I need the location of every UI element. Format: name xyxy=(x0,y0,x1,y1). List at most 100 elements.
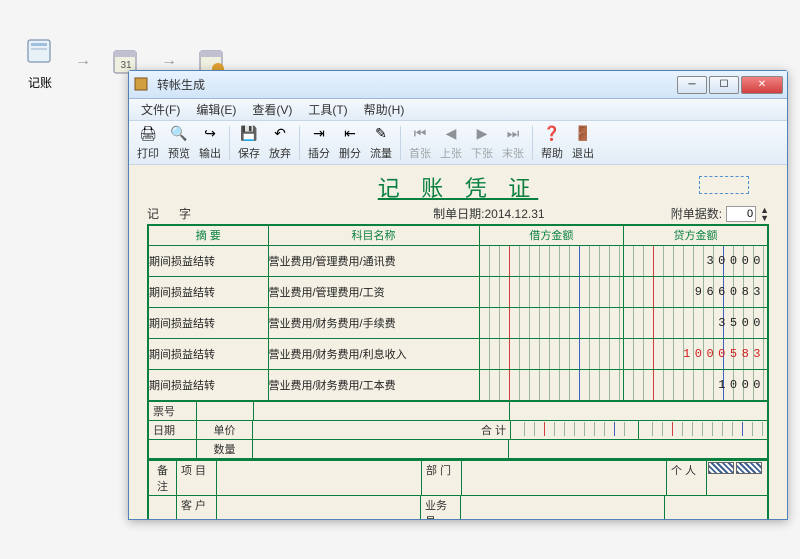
separator xyxy=(229,126,230,160)
document-area: 记 账 凭 证 记 字 制单日期:2014.12.31 附单据数: ▲▼ xyxy=(129,165,787,519)
account-cell[interactable]: 营业费用/财务费用/工本费 xyxy=(268,369,479,401)
save-button[interactable]: 💾 保存 xyxy=(234,123,264,163)
flow-button[interactable]: ✎ 流量 xyxy=(366,123,396,163)
col-account: 科目名称 xyxy=(268,225,479,245)
account-cell[interactable]: 营业费用/管理费用/工资 xyxy=(268,276,479,307)
menu-help[interactable]: 帮助(H) xyxy=(356,99,413,120)
flow-icon: ✎ xyxy=(372,125,390,143)
first-button: ⏮ 首张 xyxy=(405,123,435,163)
voucher-window: 转帐生成 ─ ☐ ✕ 文件(F) 编辑(E) 查看(V) 工具(T) 帮助(H)… xyxy=(128,70,788,520)
spinner-icon[interactable]: ▲▼ xyxy=(760,206,769,222)
exit-button[interactable]: 🚪 退出 xyxy=(568,123,598,163)
credit-cell[interactable]: 1000 xyxy=(624,369,768,401)
debit-cell[interactable] xyxy=(479,245,623,276)
attach-input[interactable] xyxy=(726,206,756,222)
credit-cell[interactable]: 30000 xyxy=(624,245,768,276)
help-button[interactable]: ❓ 帮助 xyxy=(537,123,567,163)
toolbar: 🖨 打印 🔍 预览 ↪ 输出 💾 保存 ↶ 放弃 ⇥ 插分 ⇤ 删分 xyxy=(129,121,787,165)
menu-edit[interactable]: 编辑(E) xyxy=(188,99,244,120)
close-button[interactable]: ✕ xyxy=(741,76,783,94)
hatch-icon[interactable] xyxy=(736,462,762,474)
table-row[interactable]: 期间损益结转营业费用/管理费用/工资 966083 xyxy=(148,276,768,307)
cancel-button[interactable]: ↶ 放弃 xyxy=(265,123,295,163)
flow-icon-book[interactable]: 记账 xyxy=(20,30,60,91)
menu-file[interactable]: 文件(F) xyxy=(133,99,188,120)
debit-cell[interactable] xyxy=(479,307,623,338)
customer-label: 客 户 xyxy=(177,496,217,520)
last-icon: ⏭ xyxy=(504,125,522,143)
window-title: 转帐生成 xyxy=(157,76,677,93)
next-icon: ▶ xyxy=(473,125,491,143)
print-button[interactable]: 🖨 打印 xyxy=(133,123,163,163)
delete-button[interactable]: ⇤ 删分 xyxy=(335,123,365,163)
credit-cell[interactable]: 966083 xyxy=(624,276,768,307)
delete-icon: ⇤ xyxy=(341,125,359,143)
exit-icon: 🚪 xyxy=(574,125,592,143)
titlebar[interactable]: 转帐生成 ─ ☐ ✕ xyxy=(129,71,787,99)
menu-tools[interactable]: 工具(T) xyxy=(300,99,355,120)
first-icon: ⏮ xyxy=(411,125,429,143)
book-icon xyxy=(20,30,60,70)
undo-icon: ↶ xyxy=(271,125,289,143)
table-row[interactable]: 期间损益结转营业费用/财务费用/利息收入 1000583 xyxy=(148,338,768,369)
separator xyxy=(299,126,300,160)
summary-cell[interactable]: 期间损益结转 xyxy=(148,369,268,401)
svg-text:31: 31 xyxy=(120,60,132,71)
arrow-icon: → xyxy=(75,52,91,70)
account-cell[interactable]: 营业费用/财务费用/手续费 xyxy=(268,307,479,338)
table-row[interactable]: 期间损益结转营业费用/财务费用/工本费 1000 xyxy=(148,369,768,401)
menu-view[interactable]: 查看(V) xyxy=(244,99,300,120)
summary-cell[interactable]: 期间损益结转 xyxy=(148,307,268,338)
export-icon: ↪ xyxy=(201,125,219,143)
project-label: 项 目 xyxy=(177,461,217,495)
voucher-date: 制单日期:2014.12.31 xyxy=(307,205,671,222)
voucher-attach: 附单据数: ▲▼ xyxy=(671,205,769,222)
summary-cell[interactable]: 期间损益结转 xyxy=(148,245,268,276)
price-label: 单价 xyxy=(197,421,253,439)
credit-cell[interactable]: 1000583 xyxy=(624,338,768,369)
debit-cell[interactable] xyxy=(479,369,623,401)
debit-cell[interactable] xyxy=(479,338,623,369)
next-button: ▶ 下张 xyxy=(467,123,497,163)
table-row[interactable]: 期间损益结转营业费用/管理费用/通讯费 30000 xyxy=(148,245,768,276)
account-cell[interactable]: 营业费用/财务费用/利息收入 xyxy=(268,338,479,369)
help-icon: ❓ xyxy=(543,125,561,143)
voucher-table: 摘 要 科目名称 借方金额 贷方金额 期间损益结转营业费用/管理费用/通讯费30… xyxy=(147,224,769,402)
preview-button[interactable]: 🔍 预览 xyxy=(164,123,194,163)
insert-button[interactable]: ⇥ 插分 xyxy=(304,123,334,163)
separator xyxy=(400,126,401,160)
table-row[interactable]: 期间损益结转营业费用/财务费用/手续费 3500 xyxy=(148,307,768,338)
hatch-icon[interactable] xyxy=(708,462,734,474)
summary-cell[interactable]: 期间损益结转 xyxy=(148,338,268,369)
menubar: 文件(F) 编辑(E) 查看(V) 工具(T) 帮助(H) xyxy=(129,99,787,121)
col-credit: 贷方金额 xyxy=(624,225,768,245)
voucher-title: 记 账 凭 证 xyxy=(147,171,769,203)
account-cell[interactable]: 营业费用/管理费用/通讯费 xyxy=(268,245,479,276)
debit-cell[interactable] xyxy=(479,276,623,307)
total-label: 合 计 xyxy=(253,421,511,439)
insert-icon: ⇥ xyxy=(310,125,328,143)
date-label: 日期 xyxy=(149,421,197,439)
export-button[interactable]: ↪ 输出 xyxy=(195,123,225,163)
maximize-button[interactable]: ☐ xyxy=(709,76,739,94)
minimize-button[interactable]: ─ xyxy=(677,76,707,94)
qty-label: 数量 xyxy=(197,440,253,458)
summary-cell[interactable]: 期间损益结转 xyxy=(148,276,268,307)
save-icon: 💾 xyxy=(240,125,258,143)
prev-button: ◀ 上张 xyxy=(436,123,466,163)
biz-label: 业务员 xyxy=(421,496,461,520)
person-label: 个 人 xyxy=(667,461,707,495)
col-summary: 摘 要 xyxy=(148,225,268,245)
stamp-placeholder xyxy=(699,176,749,194)
credit-cell[interactable]: 3500 xyxy=(624,307,768,338)
ticket-label: 票号 xyxy=(149,402,197,420)
prev-icon: ◀ xyxy=(442,125,460,143)
voucher-footer: 票号 日期 单价 合 计 数量 备注 项 目 xyxy=(147,402,769,520)
app-icon xyxy=(133,76,151,94)
last-button: ⏭ 末张 xyxy=(498,123,528,163)
col-debit: 借方金额 xyxy=(479,225,623,245)
arrow-icon: → xyxy=(161,52,177,70)
remark-label: 备注 xyxy=(149,461,177,495)
preview-icon: 🔍 xyxy=(170,125,188,143)
voucher-type: 记 字 xyxy=(147,205,307,222)
